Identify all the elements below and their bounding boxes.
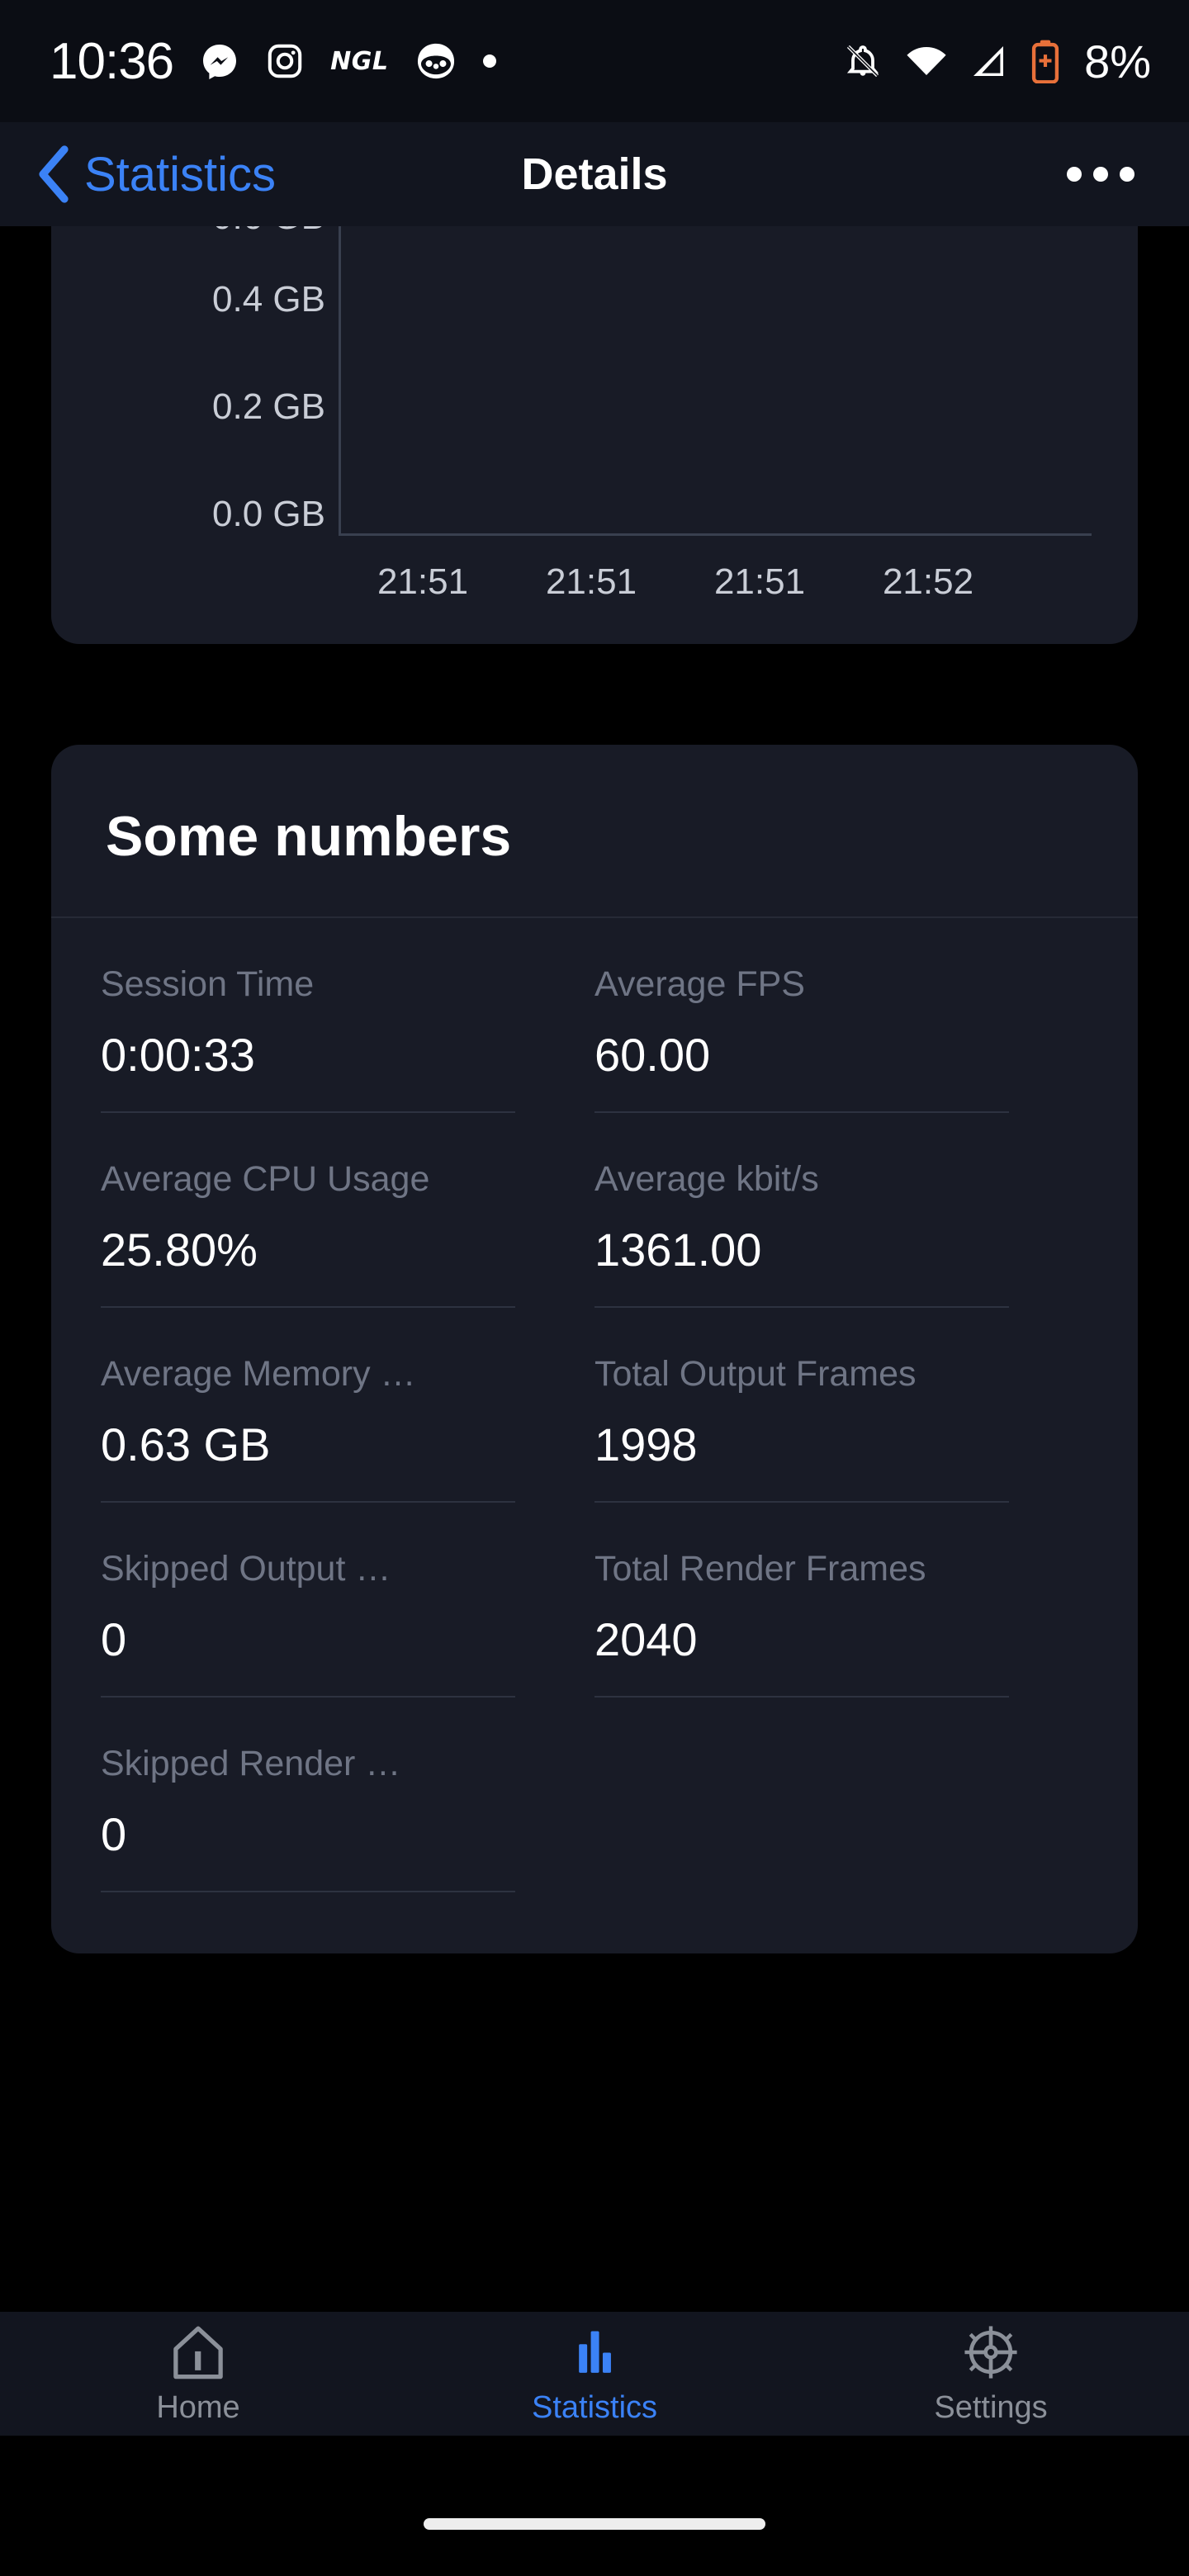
- battery-saver-icon: [1031, 39, 1059, 83]
- stat-label: Skipped Output …: [101, 1549, 391, 1589]
- stat-label: Total Render Frames: [594, 1549, 926, 1589]
- stat-label: Skipped Render …: [101, 1744, 401, 1783]
- dot-indicator-icon: [482, 54, 496, 68]
- messenger-icon: [200, 41, 239, 81]
- stat-label: Total Output Frames: [594, 1354, 917, 1394]
- stat-cell-average-memory: Average Memory … 0.63 GB: [101, 1308, 594, 1503]
- status-bar-left: 10:36 NGL: [50, 32, 496, 91]
- card-title: Some numbers: [106, 805, 512, 868]
- stat-cell-session-time: Session Time 0:00:33: [101, 918, 594, 1113]
- stat-value: 2040: [594, 1613, 698, 1665]
- stat-cell-total-output-frames: Total Output Frames 1998: [594, 1308, 1088, 1503]
- navigation-bar: Statistics Details: [0, 122, 1189, 226]
- stat-cell-skipped-output-frames: Skipped Output … 0: [101, 1503, 594, 1698]
- stat-value: 60.00: [594, 1029, 711, 1081]
- gear-icon: [964, 2325, 1017, 2379]
- stat-value: 1998: [594, 1418, 698, 1470]
- scroll-content[interactable]: 0.6 GB 0.4 GB 0.2 GB 0.0 GB 21:51 21:51 …: [0, 226, 1189, 2353]
- y-tick-label: 0.0 GB: [212, 494, 325, 534]
- status-bar: 10:36 NGL 8%: [0, 0, 1189, 122]
- stat-label: Average FPS: [594, 964, 805, 1004]
- memory-chart-card[interactable]: 0.6 GB 0.4 GB 0.2 GB 0.0 GB 21:51 21:51 …: [51, 226, 1138, 644]
- cellular-signal-icon: [970, 41, 1010, 81]
- stat-label: Average CPU Usage: [101, 1159, 430, 1199]
- ngl-badge-icon: NGL: [330, 46, 389, 76]
- stat-cell-average-cpu-usage: Average CPU Usage 25.80%: [101, 1113, 594, 1308]
- chevron-left-icon: [39, 145, 69, 203]
- x-tick-label: 21:51: [545, 561, 637, 602]
- tab-home[interactable]: Home: [0, 2323, 396, 2426]
- page-title: Details: [521, 149, 668, 199]
- stat-label: Average Memory …: [101, 1354, 416, 1394]
- stat-cell-total-render-frames: Total Render Frames 2040: [594, 1503, 1088, 1698]
- more-dot-icon: [1067, 167, 1082, 182]
- chart-x-axis-line: [339, 533, 1092, 536]
- tab-settings[interactable]: Settings: [793, 2323, 1189, 2426]
- stat-value: 0: [101, 1808, 127, 1860]
- stat-cell-average-fps: Average FPS 60.00: [594, 918, 1088, 1113]
- stat-underline: [101, 1891, 516, 1892]
- back-button[interactable]: Statistics: [36, 144, 276, 204]
- status-clock: 10:36: [50, 32, 174, 90]
- stat-label: Average kbit/s: [594, 1159, 819, 1199]
- x-tick-label: 21:51: [713, 561, 806, 602]
- notifications-off-icon: [843, 41, 883, 81]
- x-tick-label: 21:52: [882, 561, 974, 602]
- tab-label-settings: Settings: [934, 2389, 1048, 2425]
- home-indicator[interactable]: [424, 2518, 765, 2530]
- stat-label: Session Time: [101, 964, 315, 1004]
- more-options-button[interactable]: [1067, 167, 1135, 182]
- stat-value: 1361.00: [594, 1224, 762, 1276]
- more-dot-icon: [1120, 167, 1135, 182]
- status-bar-right: 8%: [843, 35, 1151, 88]
- stat-cell-empty: [594, 1698, 1088, 1892]
- x-tick-label: 21:51: [377, 561, 469, 602]
- memory-chart: 0.6 GB 0.4 GB 0.2 GB 0.0 GB 21:51 21:51 …: [51, 226, 1138, 644]
- stat-value: 25.80%: [101, 1224, 258, 1276]
- some-numbers-card: Some numbers Session Time 0:00:33 Averag…: [51, 745, 1138, 1953]
- bottom-tab-bar: Home Statistics Settings: [0, 2312, 1189, 2436]
- back-button-label: Statistics: [84, 147, 277, 201]
- stat-value: 0: [101, 1613, 127, 1665]
- phone-screen: 10:36 NGL 8% Statistics Details 0.4 GB 0…: [0, 0, 1189, 2576]
- stat-cell-skipped-render-frames: Skipped Render … 0: [101, 1698, 594, 1892]
- chart-y-axis-labels: 0.6 GB 0.4 GB 0.2 GB 0.0 GB: [51, 226, 339, 535]
- chart-y-axis-line: [339, 226, 341, 535]
- more-dot-icon: [1093, 167, 1108, 182]
- stats-grid: Session Time 0:00:33 Average FPS 60.00 A…: [51, 918, 1138, 1892]
- y-tick-label: 0.2 GB: [212, 386, 325, 427]
- chart-x-axis-labels: 21:51 21:51 21:51 21:52: [339, 561, 1131, 603]
- instagram-icon: [266, 42, 304, 80]
- stat-value: 0:00:33: [101, 1029, 255, 1081]
- panda-app-icon: [415, 42, 457, 80]
- y-tick-label: 0.6 GB: [212, 226, 325, 238]
- stat-cell-average-kbits: Average kbit/s 1361.00: [594, 1113, 1088, 1308]
- tab-label-home: Home: [156, 2389, 240, 2425]
- home-icon: [173, 2326, 223, 2379]
- wifi-icon: [904, 41, 949, 81]
- tab-statistics[interactable]: Statistics: [396, 2323, 793, 2426]
- tab-label-statistics: Statistics: [531, 2389, 658, 2425]
- stat-value: 0.63 GB: [101, 1418, 271, 1470]
- y-tick-label: 0.4 GB: [212, 279, 325, 320]
- battery-percent-label: 8%: [1084, 35, 1151, 88]
- bar-chart-icon: [579, 2331, 611, 2373]
